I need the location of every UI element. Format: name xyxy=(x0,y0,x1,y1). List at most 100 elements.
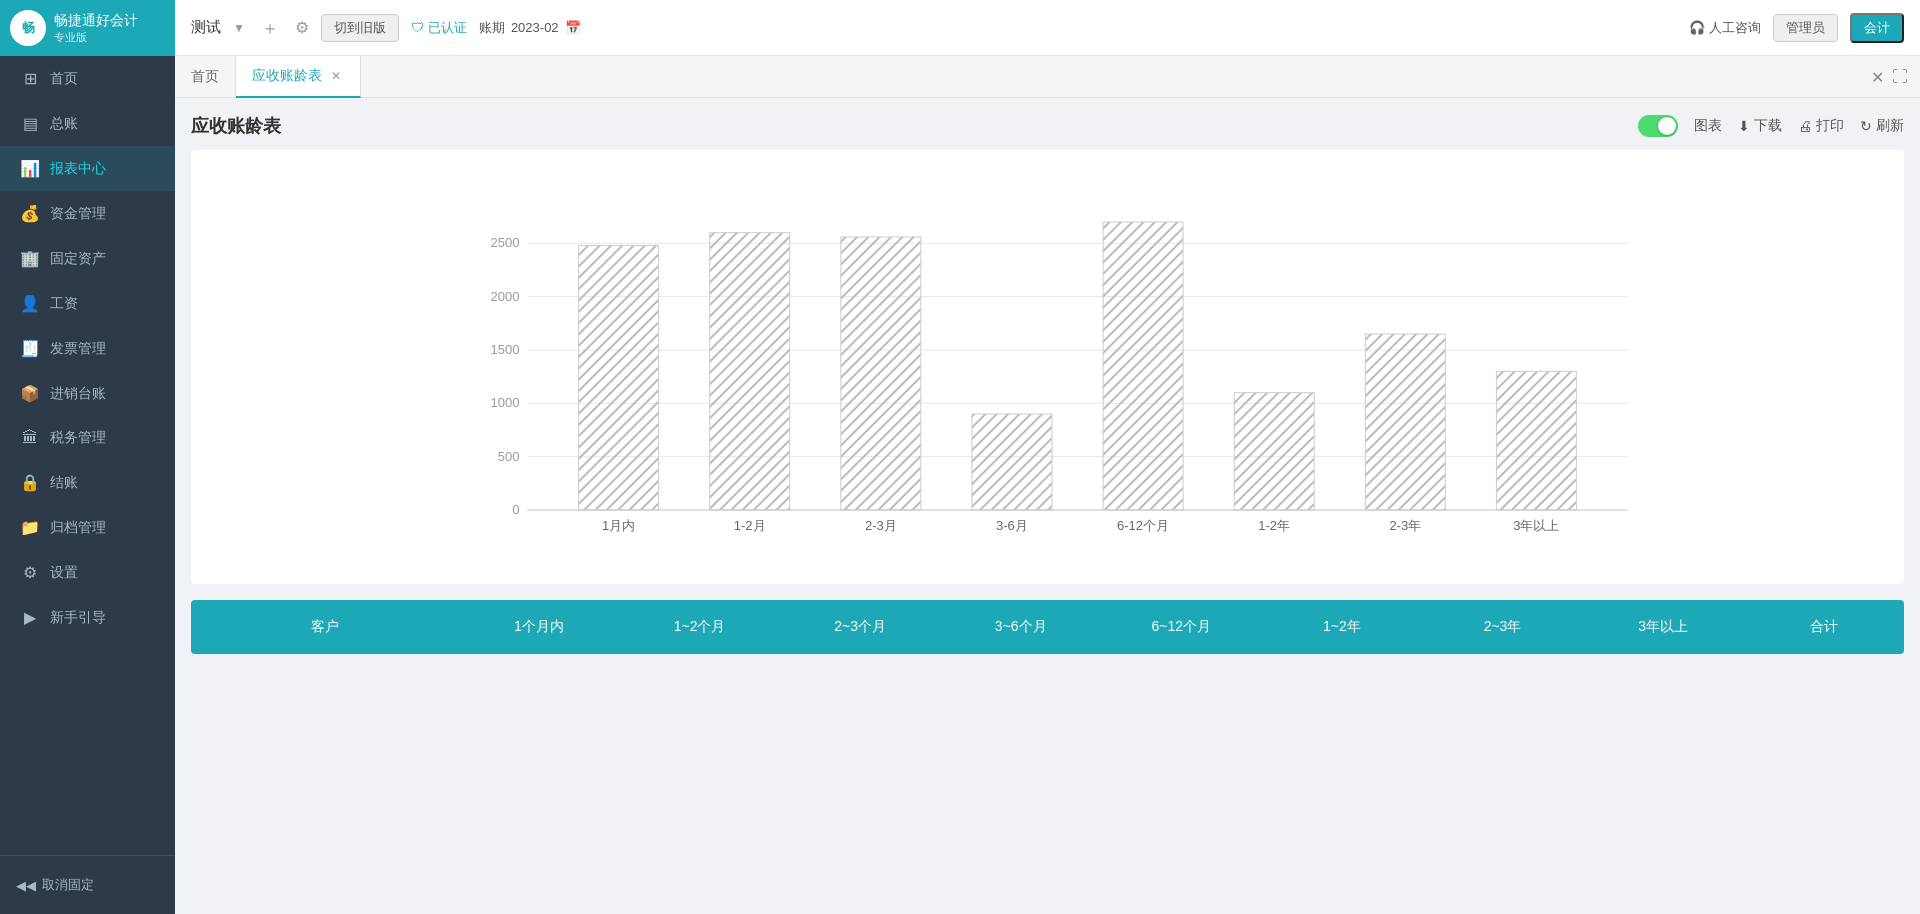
svg-rect-24 xyxy=(841,237,921,510)
sidebar-icon-invoice: 🧾 xyxy=(20,339,40,358)
topbar: 测试 ▼ ＋ ⚙ 切到旧版 🛡 已认证 账期 2023-02 📅 🎧 人工咨询 … xyxy=(175,0,1920,56)
period-info: 账期 2023-02 📅 xyxy=(479,19,581,37)
cancel-fixed-label: 取消固定 xyxy=(42,876,94,894)
sidebar-item-invoice[interactable]: 🧾 发票管理 xyxy=(0,326,175,371)
project-dropdown-icon[interactable]: ▼ xyxy=(233,21,245,35)
sidebar-label-ledger: 总账 xyxy=(50,115,78,133)
download-button[interactable]: ⬇ 下载 xyxy=(1738,117,1782,135)
add-tab-icon[interactable]: ＋ xyxy=(257,12,283,44)
role-button[interactable]: 会计 xyxy=(1850,13,1904,43)
sidebar-icon-guide: ▶ xyxy=(20,608,40,627)
print-button[interactable]: 🖨 打印 xyxy=(1798,117,1844,135)
sidebar-item-report[interactable]: 📊 报表中心 xyxy=(0,146,175,191)
main-area: 测试 ▼ ＋ ⚙ 切到旧版 🛡 已认证 账期 2023-02 📅 🎧 人工咨询 … xyxy=(175,0,1920,914)
sidebar-label-tax: 税务管理 xyxy=(50,429,106,447)
table-header: 客户1个月内1~2个月2~3个月3~6个月6~12个月1~2年2~3年3年以上合… xyxy=(191,600,1904,654)
table-col-2~3个月: 2~3个月 xyxy=(780,600,941,654)
download-label: 下载 xyxy=(1754,117,1782,135)
old-version-button[interactable]: 切到旧版 xyxy=(321,14,399,42)
table-col-3~6个月: 3~6个月 xyxy=(940,600,1101,654)
admin-button[interactable]: 管理员 xyxy=(1773,14,1838,42)
cancel-fixed-btn[interactable]: ◀◀ 取消固定 xyxy=(0,866,175,904)
cert-status: 🛡 已认证 xyxy=(411,19,467,37)
settings-icon[interactable]: ⚙ xyxy=(295,18,309,37)
svg-text:2500: 2500 xyxy=(491,235,520,250)
svg-text:1月内: 1月内 xyxy=(602,518,635,533)
period-value: 2023-02 xyxy=(511,20,559,35)
sidebar-icon-settings: ⚙ xyxy=(20,563,40,582)
svg-text:3年以上: 3年以上 xyxy=(1513,518,1559,533)
sidebar-label-archive: 归档管理 xyxy=(50,519,106,537)
refresh-icon: ↻ xyxy=(1860,118,1872,134)
app-version: 专业版 xyxy=(54,30,138,45)
sidebar-item-inventory[interactable]: 📦 进销台账 xyxy=(0,371,175,416)
chart-toggle[interactable] xyxy=(1638,115,1678,137)
svg-rect-22 xyxy=(710,233,790,510)
sidebar-icon-ledger: ▤ xyxy=(20,114,40,133)
sidebar-icon-archive: 📁 xyxy=(20,518,40,537)
page-actions: 图表 ⬇ 下载 🖨 打印 ↻ 刷新 xyxy=(1638,115,1904,137)
sidebar-label-guide: 新手引导 xyxy=(50,609,106,627)
sidebar-item-close[interactable]: 🔒 结账 xyxy=(0,460,175,505)
sidebar-icon-payroll: 👤 xyxy=(20,294,40,313)
table-col-6~12个月: 6~12个月 xyxy=(1101,600,1262,654)
sidebar-label-payroll: 工资 xyxy=(50,295,78,313)
sidebar-icon-tax: 🏛 xyxy=(20,429,40,447)
table-col-1个月内: 1个月内 xyxy=(459,600,620,654)
sidebar-item-archive[interactable]: 📁 归档管理 xyxy=(0,505,175,550)
maximize-icon[interactable]: ⛶ xyxy=(1892,68,1908,86)
content-area: 应收账龄表 图表 ⬇ 下载 🖨 打印 ↻ 刷新 xyxy=(175,98,1920,914)
sidebar-bottom: ◀◀ 取消固定 xyxy=(0,855,175,914)
bar-chart-svg: 050010001500200025001月内1-2月2-3月3-6月6-12个… xyxy=(221,170,1874,550)
sidebar-label-inventory: 进销台账 xyxy=(50,385,106,403)
table-col-3年以上: 3年以上 xyxy=(1583,600,1744,654)
calendar-icon[interactable]: 📅 xyxy=(565,20,581,35)
svg-text:2000: 2000 xyxy=(491,289,520,304)
sidebar-icon-fixed: 🏢 xyxy=(20,249,40,268)
tabbar-right: ✕ ⛶ xyxy=(1859,56,1920,98)
tab-aging[interactable]: 应收账龄表 ✕ xyxy=(236,56,361,98)
refresh-label: 刷新 xyxy=(1876,117,1904,135)
sidebar-item-tax[interactable]: 🏛 税务管理 xyxy=(0,416,175,460)
print-label: 打印 xyxy=(1816,117,1844,135)
tab-home[interactable]: 首页 xyxy=(175,56,236,98)
sidebar-label-fund: 资金管理 xyxy=(50,205,106,223)
consult-label: 人工咨询 xyxy=(1709,19,1761,37)
download-icon: ⬇ xyxy=(1738,118,1750,134)
table-col-1~2年: 1~2年 xyxy=(1262,600,1423,654)
close-all-icon[interactable]: ✕ xyxy=(1871,68,1884,87)
cert-label: 已认证 xyxy=(428,19,467,37)
sidebar-label-report: 报表中心 xyxy=(50,160,106,178)
table-col-合计: 合计 xyxy=(1743,600,1904,654)
tab-label-aging: 应收账龄表 xyxy=(252,67,322,85)
headset-icon: 🎧 xyxy=(1689,20,1705,35)
sidebar-item-settings[interactable]: ⚙ 设置 xyxy=(0,550,175,595)
svg-text:3-6月: 3-6月 xyxy=(996,518,1028,533)
print-icon: 🖨 xyxy=(1798,118,1812,134)
svg-rect-28 xyxy=(1103,222,1183,510)
svg-text:1000: 1000 xyxy=(491,395,520,410)
sidebar-item-fund[interactable]: 💰 资金管理 xyxy=(0,191,175,236)
sidebar-item-home[interactable]: ⊞ 首页 xyxy=(0,56,175,101)
sidebar-icon-inventory: 📦 xyxy=(20,384,40,403)
sidebar-item-guide[interactable]: ▶ 新手引导 xyxy=(0,595,175,640)
chart-toggle-label: 图表 xyxy=(1694,117,1722,135)
sidebar-label-close: 结账 xyxy=(50,474,78,492)
tab-close-aging[interactable]: ✕ xyxy=(328,68,344,84)
sidebar-icon-home: ⊞ xyxy=(20,69,40,88)
consult-button[interactable]: 🎧 人工咨询 xyxy=(1689,19,1761,37)
period-label: 账期 xyxy=(479,19,505,37)
page-header: 应收账龄表 图表 ⬇ 下载 🖨 打印 ↻ 刷新 xyxy=(191,114,1904,138)
svg-rect-34 xyxy=(1496,371,1576,510)
sidebar-item-ledger[interactable]: ▤ 总账 xyxy=(0,101,175,146)
sidebar-item-fixed[interactable]: 🏢 固定资产 xyxy=(0,236,175,281)
svg-rect-30 xyxy=(1234,393,1314,510)
project-name: 测试 xyxy=(191,18,221,37)
sidebar-icon-report: 📊 xyxy=(20,159,40,178)
refresh-button[interactable]: ↻ 刷新 xyxy=(1860,117,1904,135)
tabbar: 首页应收账龄表 ✕ ✕ ⛶ xyxy=(175,56,1920,98)
svg-text:6-12个月: 6-12个月 xyxy=(1117,518,1169,533)
sidebar-item-payroll[interactable]: 👤 工资 xyxy=(0,281,175,326)
sidebar-label-settings: 设置 xyxy=(50,564,78,582)
svg-text:1-2月: 1-2月 xyxy=(734,518,766,533)
